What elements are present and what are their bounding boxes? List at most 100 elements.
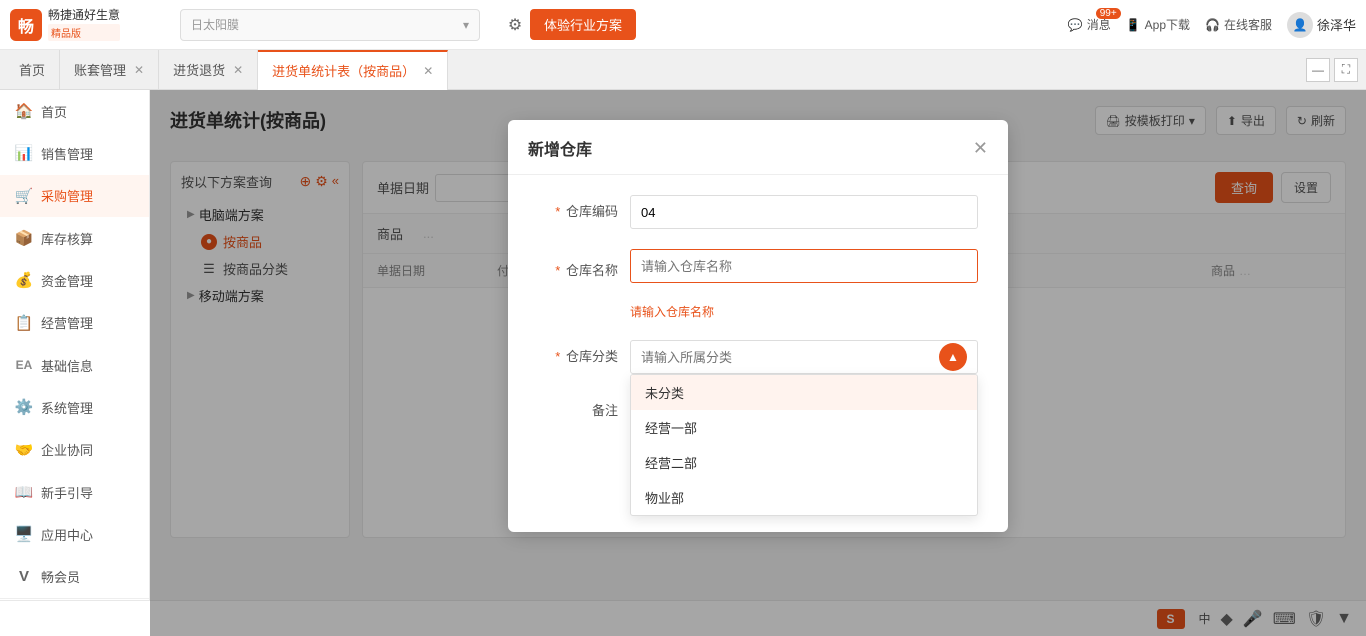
tab-home[interactable]: 首页 [5,50,60,90]
sidebar-item-system[interactable]: ⚙️ 系统管理 [0,386,149,428]
category-input[interactable] [641,350,939,365]
form-row-name: * 仓库名称 请输入仓库名称 [538,249,978,320]
app-download-item[interactable]: 📱 App下载 [1126,16,1190,33]
sidebar-item-member[interactable]: V 畅会员 [0,556,149,598]
enterprise-icon: 🤝 [15,441,33,459]
message-icon: 💬 [1068,18,1083,32]
tab-purchase-stat[interactable]: 进货单统计表（按商品） ✕ [258,50,448,90]
sidebar-item-app-center[interactable]: 🖥️ 应用中心 [0,513,149,555]
category-option-uncategorized[interactable]: 未分类 [631,375,977,410]
name-error-msg: 请输入仓库名称 [630,303,714,320]
required-star-name: * [555,263,560,278]
category-option-dept2[interactable]: 经营二部 [631,445,977,480]
sidebar-item-inventory[interactable]: 📦 库存核算 [0,217,149,259]
tab-purchase-return[interactable]: 进货退货 ✕ [159,50,258,90]
required-star-code: * [555,204,560,219]
operations-icon: 📋 [15,314,33,332]
sales-icon: 📊 [15,144,33,162]
form-row-category: * 仓库分类 ▲ 未分类 经营一部 经营二部 [538,340,978,374]
finance-icon: 💰 [15,271,33,289]
message-badge: 99+ [1096,8,1121,19]
category-dropdown-trigger[interactable]: ▲ [630,340,978,374]
dialog-body: * 仓库编码 * 仓库名称 [508,175,1008,468]
system-icon: ⚙️ [15,398,33,416]
sidebar-item-basic-info-label: 基础信息 [41,356,93,375]
search-dropdown-icon: ▾ [463,18,469,32]
content-area: 进货单统计(按商品) 🖨 按模板打印 ▾ ⬆ 导出 ↻ 刷新 [150,90,1366,636]
header-actions: 💬 消息 99+ 📱 App下载 🎧 在线客服 👤 徐泽华 [1068,12,1356,38]
category-label: * 仓库分类 [538,340,618,365]
tab-purchase-return-close[interactable]: ✕ [233,63,243,77]
app-logo-icon: 畅 [10,9,42,41]
sidebar-item-basic-info[interactable]: EA 基础信息 [0,344,149,386]
purchase-icon: 🛒 [15,187,33,205]
form-row-code: * 仓库编码 [538,195,978,229]
category-dropdown-container: ▲ 未分类 经营一部 经营二部 物业部 [630,340,978,374]
app-download-icon: 📱 [1126,18,1141,32]
sidebar-item-operations[interactable]: 📋 经营管理 [0,302,149,344]
tab-bar: 首页 账套管理 ✕ 进货退货 ✕ 进货单统计表（按商品） ✕ — ⛶ [0,50,1366,90]
sidebar-item-purchase[interactable]: 🛒 采购管理 [0,175,149,217]
app-download-label: App下载 [1145,16,1190,33]
sidebar-item-finance-label: 资金管理 [41,271,93,290]
sidebar-item-inventory-label: 库存核算 [41,229,93,248]
dialog-title: 新增仓库 [528,136,592,160]
sidebar-item-newbie-label: 新手引导 [41,483,93,502]
top-header: 畅 畅捷通好生意 精品版 日太阳膜 ▾ ⚙ 体验行业方案 💬 消息 99+ 📱 … [0,0,1366,50]
sidebar-item-newbie[interactable]: 📖 新手引导 [0,471,149,513]
dialog-close-btn[interactable]: ✕ [973,139,988,157]
inventory-icon: 📦 [15,229,33,247]
sidebar-item-sales[interactable]: 📊 销售管理 [0,132,149,174]
search-text: 日太阳膜 [191,16,239,33]
category-option-property[interactable]: 物业部 [631,480,977,515]
warehouse-name-input[interactable] [630,249,978,283]
required-star-category: * [555,349,560,364]
tab-account[interactable]: 账套管理 ✕ [60,50,159,90]
app-name: 畅捷通好生意 [48,8,120,24]
sidebar-item-app-center-label: 应用中心 [41,525,93,544]
sidebar-item-enterprise[interactable]: 🤝 企业协同 [0,429,149,471]
app-subtitle: 精品版 [48,24,120,41]
sidebar-item-finance[interactable]: 💰 资金管理 [0,259,149,301]
online-service-label: 在线客服 [1224,16,1272,33]
sidebar-item-system-label: 系统管理 [41,398,93,417]
tab-purchase-return-label: 进货退货 [173,60,225,79]
user-area[interactable]: 👤 徐泽华 [1287,12,1356,38]
sidebar: 🏠 首页 📊 销售管理 🛒 采购管理 📦 库存核算 💰 资金管理 📋 经营管理 … [0,90,150,636]
category-option-dept1[interactable]: 经营一部 [631,410,977,445]
tab-account-label: 账套管理 [74,60,126,79]
home-icon: 🏠 [15,102,33,120]
logo-area: 畅 畅捷通好生意 精品版 [10,8,160,41]
sidebar-item-home-label: 首页 [41,102,67,121]
tab-home-label: 首页 [19,60,45,79]
tab-minimize-btn[interactable]: — [1306,58,1330,82]
sidebar-item-operations-label: 经营管理 [41,313,93,332]
newbie-icon: 📖 [15,483,33,501]
sidebar-item-member-label: 畅会员 [41,567,80,586]
sidebar-item-home[interactable]: 🏠 首页 [0,90,149,132]
username-label: 徐泽华 [1317,15,1356,34]
tab-purchase-stat-label: 进货单统计表（按商品） [272,61,415,80]
sidebar-item-purchase-label: 采购管理 [41,186,93,205]
app-center-icon: 🖥️ [15,525,33,543]
online-service-item[interactable]: 🎧 在线客服 [1205,16,1272,33]
user-avatar: 👤 [1287,12,1313,38]
experience-btn[interactable]: 体验行业方案 [530,9,636,40]
tab-account-close[interactable]: ✕ [134,63,144,77]
tab-expand-btn[interactable]: ⛶ [1334,58,1358,82]
message-icon-item[interactable]: 💬 消息 99+ [1068,16,1111,33]
sidebar-item-enterprise-label: 企业协同 [41,440,93,459]
dialog-overlay: 新增仓库 ✕ * 仓库编码 [150,90,1366,636]
sidebar-item-sales-label: 销售管理 [41,144,93,163]
global-search[interactable]: 日太阳膜 ▾ [180,9,480,41]
category-dropdown-list: 未分类 经营一部 经营二部 物业部 [630,374,978,516]
dialog-header: 新增仓库 ✕ [508,120,1008,175]
category-toggle-btn[interactable]: ▲ [939,343,967,371]
note-label: 备注 [538,394,618,419]
settings-icon[interactable]: ⚙ [500,10,530,40]
basic-info-icon: EA [15,356,33,374]
code-label: * 仓库编码 [538,195,618,220]
tab-purchase-stat-close[interactable]: ✕ [423,64,433,78]
warehouse-code-input[interactable] [630,195,978,229]
new-warehouse-dialog: 新增仓库 ✕ * 仓库编码 [508,120,1008,532]
